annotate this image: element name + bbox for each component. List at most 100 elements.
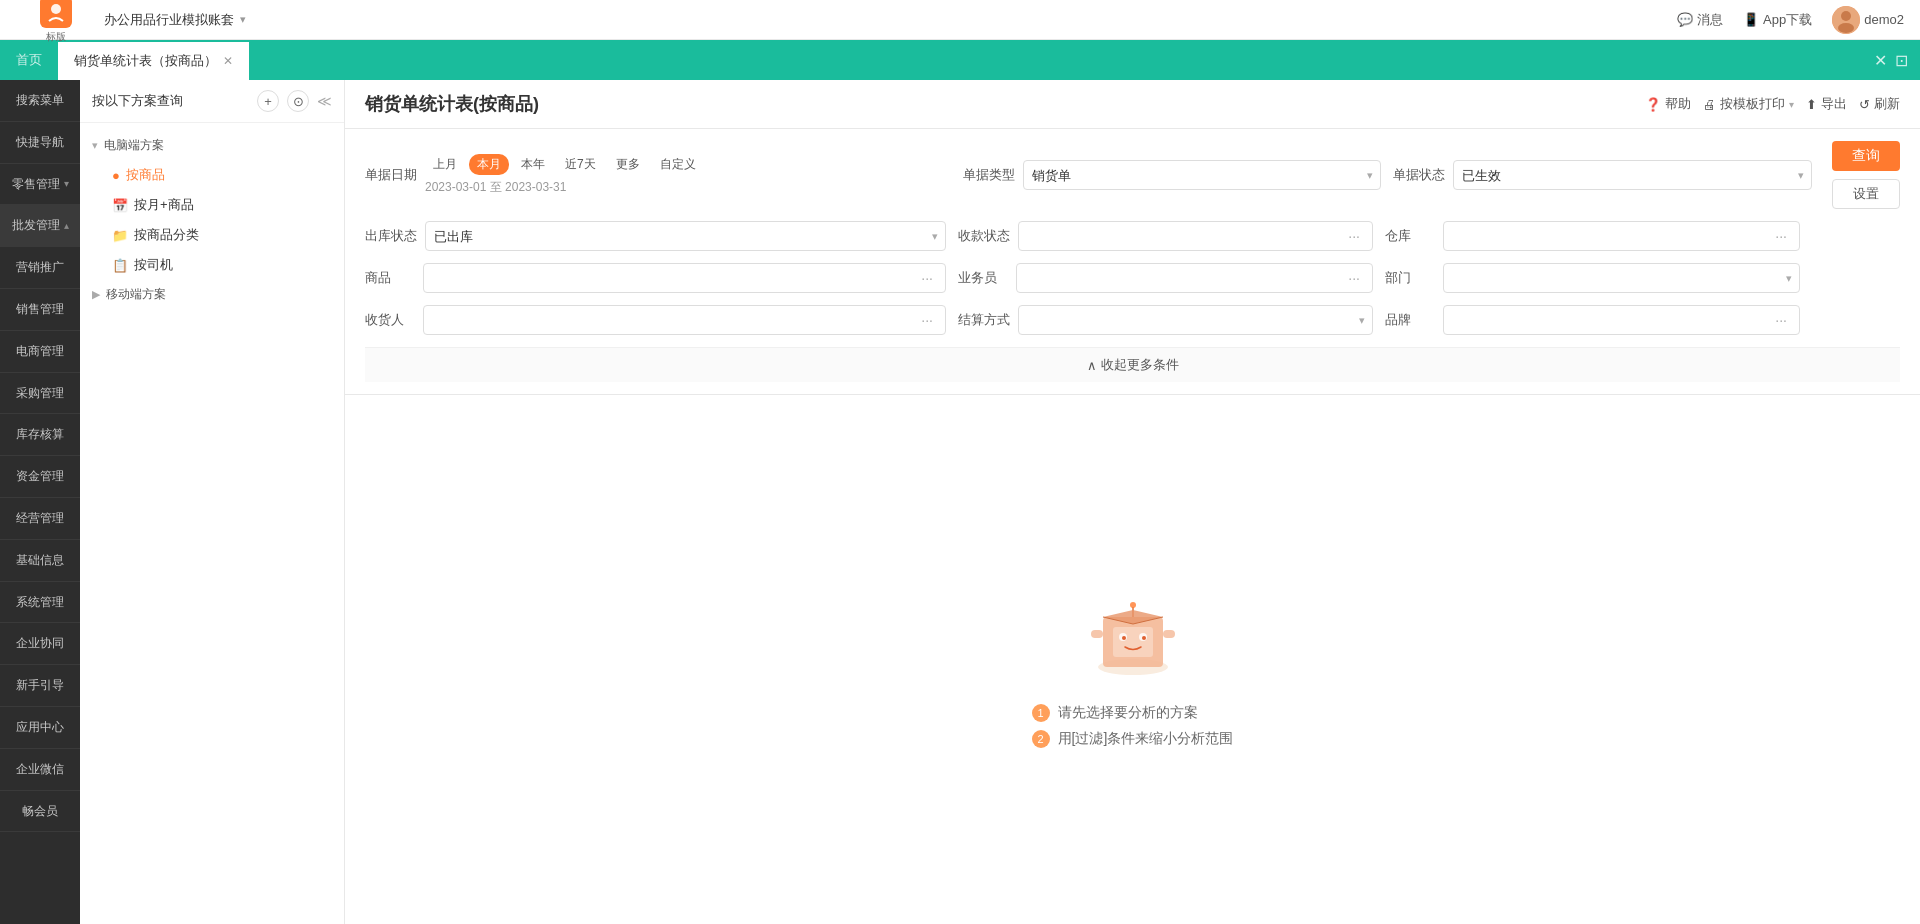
date-tab-this-year[interactable]: 本年 — [513, 154, 553, 175]
filter-panel-actions: + ⊙ ≪ — [257, 90, 332, 112]
export-icon: ⬆ — [1806, 97, 1817, 112]
app-download-btn[interactable]: 📱 App下载 — [1743, 11, 1812, 29]
payment-status-input[interactable]: ··· — [1018, 221, 1373, 251]
sidebar-item-corp[interactable]: 企业协同 — [0, 623, 80, 665]
tree-item-by-month-goods[interactable]: 📅 按月+商品 — [100, 190, 344, 220]
sidebar-item-appcenter[interactable]: 应用中心 — [0, 707, 80, 749]
svg-point-2 — [1841, 11, 1851, 21]
filter-add-btn[interactable]: + — [257, 90, 279, 112]
sidebar-item-sys[interactable]: 系统管理 — [0, 582, 80, 624]
receiver-input[interactable]: ··· — [423, 305, 946, 335]
date-tab-custom[interactable]: 自定义 — [652, 154, 704, 175]
dept-select[interactable] — [1443, 263, 1800, 293]
salesperson-label: 业务员 — [958, 269, 1008, 287]
by-sku-icon: 📋 — [112, 258, 128, 273]
doc-type-field: 单据类型 销货单 ▾ — [963, 160, 1382, 190]
export-btn[interactable]: ⬆ 导出 — [1806, 95, 1847, 113]
tree-desktop[interactable]: ▾ 电脑端方案 — [80, 131, 344, 160]
tab-maximize[interactable]: ⊡ — [1895, 51, 1908, 70]
header-right: 💬 消息 📱 App下载 demo2 — [1677, 6, 1904, 34]
date-tab-this-month[interactable]: 本月 — [469, 154, 509, 175]
query-btn[interactable]: 查询 — [1832, 141, 1900, 171]
dept-select-wrapper: ▾ — [1443, 263, 1800, 293]
goods-ellipsis[interactable]: ··· — [917, 270, 937, 286]
sidebar-item-ops[interactable]: 经营管理 — [0, 498, 80, 540]
settlement-label: 结算方式 — [958, 311, 1010, 329]
goods-input[interactable]: ··· — [423, 263, 946, 293]
salesperson-input[interactable]: ··· — [1016, 263, 1373, 293]
by-month-goods-icon: 📅 — [112, 198, 128, 213]
brand-ellipsis[interactable]: ··· — [1771, 312, 1791, 328]
tab-sales-stat[interactable]: 销货单统计表（按商品） ✕ — [58, 40, 249, 80]
help-icon: ❓ — [1645, 97, 1661, 112]
payment-status-ellipsis[interactable]: ··· — [1344, 228, 1364, 244]
doc-status-select[interactable]: 已生效 — [1453, 160, 1812, 190]
tree-mobile[interactable]: ▶ 移动端方案 — [80, 280, 344, 309]
warehouse-ellipsis[interactable]: ··· — [1771, 228, 1791, 244]
print-btn[interactable]: 🖨 按模板打印 ▾ — [1703, 95, 1794, 113]
message-btn[interactable]: 💬 消息 — [1677, 11, 1723, 29]
tab-close-window[interactable]: ✕ — [1874, 51, 1887, 70]
svg-rect-17 — [1163, 630, 1175, 638]
filter-collapse-btn[interactable]: ≪ — [317, 93, 332, 109]
refresh-btn[interactable]: ↺ 刷新 — [1859, 95, 1900, 113]
sidebar-item-search[interactable]: 搜索菜单 — [0, 80, 80, 122]
filter-row-4: 收货人 ··· 结算方式 ▾ — [365, 305, 1900, 335]
logo-text: 标版 — [46, 30, 66, 44]
empty-tip-2: 2 用[过滤]条件来缩小分析范围 — [1032, 730, 1234, 748]
settlement-select[interactable] — [1018, 305, 1373, 335]
sidebar-item-finance[interactable]: 资金管理 — [0, 456, 80, 498]
print-dropdown-arrow[interactable]: ▾ — [1789, 99, 1794, 110]
sidebar-item-marketing[interactable]: 营销推广 — [0, 247, 80, 289]
brand-input[interactable]: ··· — [1443, 305, 1800, 335]
sidebar-item-quicknav[interactable]: 快捷导航 — [0, 122, 80, 164]
warehouse-input[interactable]: ··· — [1443, 221, 1800, 251]
app-title-dropdown[interactable]: ▾ — [240, 13, 246, 26]
sidebar-item-purchase[interactable]: 采购管理 — [0, 373, 80, 415]
help-btn[interactable]: ❓ 帮助 — [1645, 95, 1691, 113]
logo-area: 标版 — [16, 0, 96, 44]
settings-btn[interactable]: 设置 — [1832, 179, 1900, 209]
collapse-conditions-btn[interactable]: ∧ 收起更多条件 — [365, 347, 1900, 382]
message-icon: 💬 — [1677, 12, 1693, 27]
stock-status-select[interactable]: 已出库 — [425, 221, 946, 251]
date-label: 单据日期 — [365, 166, 417, 184]
page-header: 销货单统计表(按商品) ❓ 帮助 🖨 按模板打印 ▾ ⬆ — [345, 80, 1920, 129]
doc-type-select[interactable]: 销货单 — [1023, 160, 1382, 190]
tree-item-by-goods[interactable]: ● 按商品 — [100, 160, 344, 190]
tab-close-btn[interactable]: ✕ — [223, 55, 233, 67]
tree-item-by-goods-cat[interactable]: 📁 按商品分类 — [100, 220, 344, 250]
sidebar-item-vip[interactable]: 畅会员 — [0, 791, 80, 833]
filter-row-1: 单据日期 上月 本月 本年 近7天 更多 自定义 2023-03-01 至 20… — [365, 141, 1900, 209]
filter-settings-btn[interactable]: ⊙ — [287, 90, 309, 112]
by-goods-icon: ● — [112, 168, 120, 183]
doc-status-label: 单据状态 — [1393, 166, 1445, 184]
stock-status-select-wrapper: 已出库 ▾ — [425, 221, 946, 251]
sidebar-item-inventory[interactable]: 库存核算 — [0, 414, 80, 456]
tree-item-by-sku[interactable]: 📋 按司机 — [100, 250, 344, 280]
date-tab-more[interactable]: 更多 — [608, 154, 648, 175]
tab-home[interactable]: 首页 — [0, 40, 58, 80]
refresh-icon: ↺ — [1859, 97, 1870, 112]
svg-point-15 — [1130, 602, 1136, 608]
sidebar-item-wholesale[interactable]: 批发管理 ▴ — [0, 205, 80, 247]
date-tab-7days[interactable]: 近7天 — [557, 154, 604, 175]
date-range: 2023-03-01 至 2023-03-31 — [425, 179, 951, 196]
sidebar-item-basic[interactable]: 基础信息 — [0, 540, 80, 582]
print-icon: 🖨 — [1703, 97, 1716, 112]
settlement-field: 结算方式 ▾ — [958, 305, 1373, 335]
goods-field: 商品 ··· — [365, 263, 946, 293]
svg-point-13 — [1142, 636, 1146, 640]
sidebar-item-ecom[interactable]: 电商管理 — [0, 331, 80, 373]
salesperson-ellipsis[interactable]: ··· — [1344, 270, 1364, 286]
payment-status-field: 收款状态 ··· — [958, 221, 1373, 251]
tree-desktop-children: ● 按商品 📅 按月+商品 📁 按商品分类 📋 按司机 — [80, 160, 344, 280]
sidebar-item-guide[interactable]: 新手引导 — [0, 665, 80, 707]
receiver-ellipsis[interactable]: ··· — [917, 312, 937, 328]
collapse-up-icon: ∧ — [1087, 358, 1097, 373]
date-tab-last-month[interactable]: 上月 — [425, 154, 465, 175]
sidebar-item-wechat[interactable]: 企业微信 — [0, 749, 80, 791]
sidebar-item-retail[interactable]: 零售管理 ▾ — [0, 164, 80, 206]
sidebar-item-sales-mgmt[interactable]: 销售管理 — [0, 289, 80, 331]
user-avatar[interactable]: demo2 — [1832, 6, 1904, 34]
